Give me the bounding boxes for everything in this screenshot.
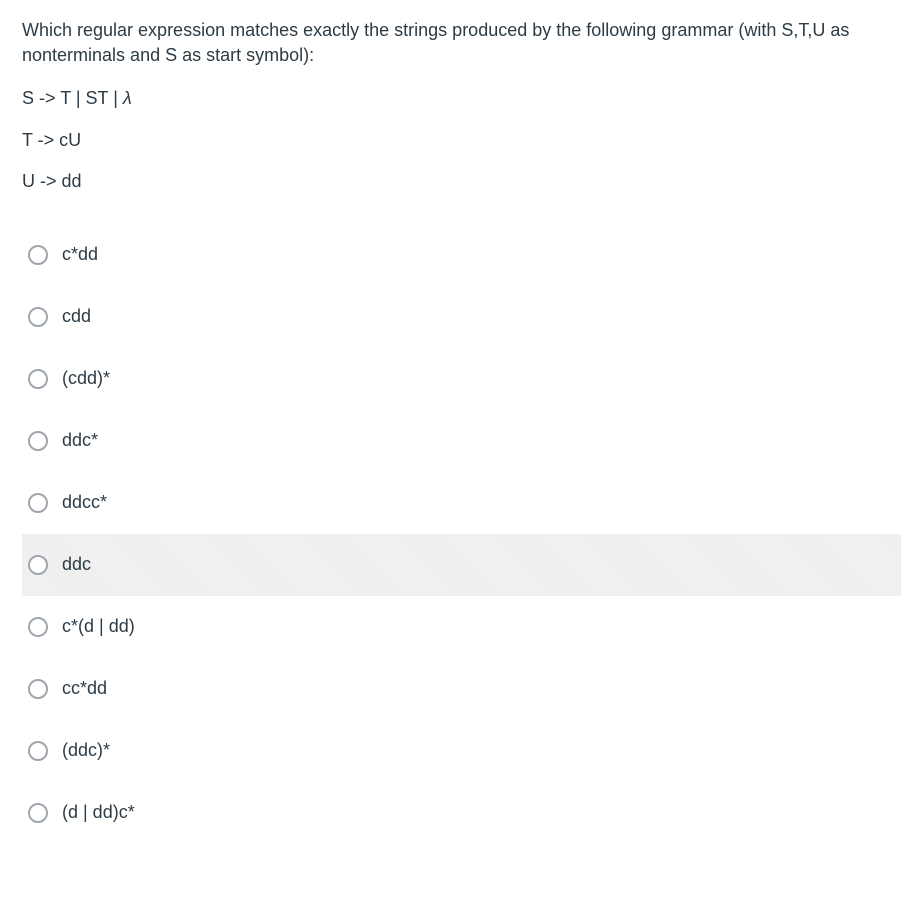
option-row[interactable]: cc*dd	[22, 658, 901, 720]
option-label: (cdd)*	[62, 366, 110, 391]
question-text: Which regular expression matches exactly…	[22, 18, 901, 68]
radio-icon[interactable]	[28, 803, 48, 823]
radio-icon[interactable]	[28, 617, 48, 637]
rule-text: S -> T | ST |	[22, 88, 123, 108]
radio-icon[interactable]	[28, 679, 48, 699]
lambda-symbol: λ	[123, 88, 132, 108]
option-row[interactable]: ddc	[22, 534, 901, 596]
radio-icon[interactable]	[28, 245, 48, 265]
options-list: c*dd cdd (cdd)* ddc* ddcc* ddc c*(d | dd…	[22, 224, 901, 844]
grammar-rule-s: S -> T | ST | λ	[22, 86, 901, 111]
option-label: ddc*	[62, 428, 98, 453]
option-label: c*dd	[62, 242, 98, 267]
option-label: ddcc*	[62, 490, 107, 515]
radio-icon[interactable]	[28, 307, 48, 327]
radio-icon[interactable]	[28, 369, 48, 389]
option-label: ddc	[62, 552, 91, 577]
option-row[interactable]: ddcc*	[22, 472, 901, 534]
grammar-rule-u: U -> dd	[22, 169, 901, 194]
grammar-rule-t: T -> cU	[22, 128, 901, 153]
option-row[interactable]: cdd	[22, 286, 901, 348]
option-label: c*(d | dd)	[62, 614, 135, 639]
grammar-block: S -> T | ST | λ T -> cU U -> dd	[22, 86, 901, 194]
option-label: cdd	[62, 304, 91, 329]
option-label: (ddc)*	[62, 738, 110, 763]
option-row[interactable]: (d | dd)c*	[22, 782, 901, 844]
radio-icon[interactable]	[28, 741, 48, 761]
radio-icon[interactable]	[28, 555, 48, 575]
option-row[interactable]: ddc*	[22, 410, 901, 472]
radio-icon[interactable]	[28, 493, 48, 513]
option-row[interactable]: c*(d | dd)	[22, 596, 901, 658]
option-row[interactable]: c*dd	[22, 224, 901, 286]
radio-icon[interactable]	[28, 431, 48, 451]
option-label: cc*dd	[62, 676, 107, 701]
option-label: (d | dd)c*	[62, 800, 135, 825]
option-row[interactable]: (cdd)*	[22, 348, 901, 410]
option-row[interactable]: (ddc)*	[22, 720, 901, 782]
